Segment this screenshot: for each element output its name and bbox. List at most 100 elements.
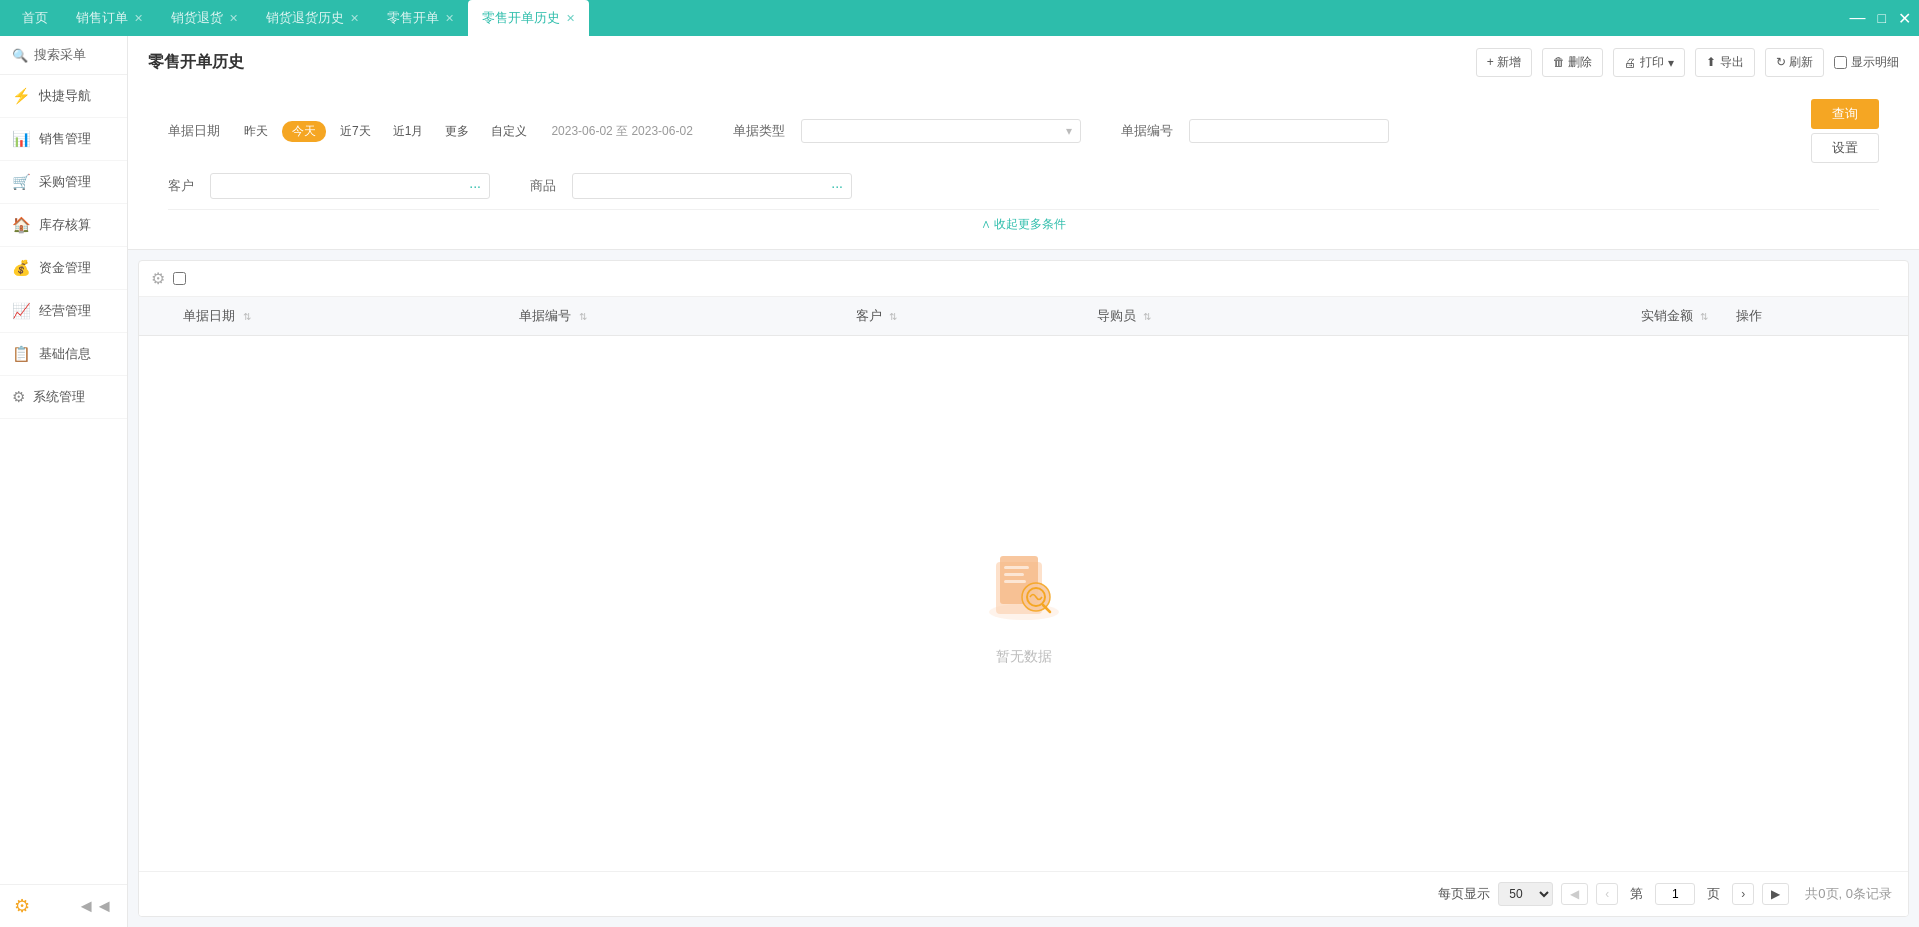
tab-sales-order-label: 销售订单	[76, 9, 128, 27]
th-salesman[interactable]: 导购员 ⇅	[1085, 297, 1374, 336]
sidebar-item-finance[interactable]: 💰 资金管理	[0, 247, 127, 290]
sidebar-collapse-btn[interactable]: ◄◄	[77, 896, 113, 917]
sidebar-search[interactable]: 🔍 搜索采单	[0, 36, 127, 75]
page-title: 零售开单历史	[148, 52, 244, 73]
page-title-row: 零售开单历史 + 新增 🗑 删除 🖨 打印 ▾ ⬆ 导出 ↻ 刷新 显示明细	[148, 48, 1899, 77]
th-date-label: 单据日期	[183, 308, 235, 323]
sidebar-item-sales-mgmt[interactable]: 📊 销售管理	[0, 118, 127, 161]
add-button[interactable]: + 新增	[1476, 48, 1532, 77]
tab-home-label: 首页	[22, 9, 48, 27]
prev-page-btn[interactable]: ‹	[1596, 883, 1618, 905]
show-detail-label: 显示明细	[1851, 54, 1899, 71]
finance-icon: 💰	[12, 259, 31, 277]
tab-retail-open-history-close[interactable]: ✕	[566, 12, 575, 25]
sidebar-item-inventory-label: 库存核算	[39, 216, 91, 234]
sidebar-search-label: 搜索采单	[34, 46, 86, 64]
page-word-prefix: 第	[1630, 885, 1643, 903]
date-options: 昨天 今天 近7天 近1月 更多 自定义	[236, 121, 535, 142]
select-all-checkbox[interactable]	[173, 272, 186, 285]
empty-area: 暂无数据	[139, 336, 1908, 871]
svg-rect-3	[1004, 566, 1029, 569]
query-button[interactable]: 查询	[1811, 99, 1879, 129]
th-date-sort: ⇅	[243, 311, 251, 322]
tab-retail-open-history[interactable]: 零售开单历史 ✕	[468, 0, 589, 36]
sidebar-item-sys-mgmt-label: 系统管理	[33, 388, 85, 406]
goods-select[interactable]: ···	[572, 173, 852, 199]
sidebar-item-basic-info[interactable]: 📋 基础信息	[0, 333, 127, 376]
print-button[interactable]: 🖨 打印 ▾	[1613, 48, 1685, 77]
th-customer[interactable]: 客户 ⇅	[844, 297, 1085, 336]
collapse-conditions-label: ∧ 收起更多条件	[981, 216, 1066, 233]
window-close[interactable]: ✕	[1898, 9, 1911, 28]
sidebar-item-operations-label: 经营管理	[39, 302, 91, 320]
next-page-btn[interactable]: ›	[1732, 883, 1754, 905]
date-opt-yesterday[interactable]: 昨天	[236, 121, 276, 142]
customer-select[interactable]: ···	[210, 173, 490, 199]
show-detail-checkbox[interactable]	[1834, 56, 1847, 69]
doc-no-input[interactable]	[1189, 119, 1389, 143]
th-checkbox	[139, 297, 171, 336]
sidebar-item-purchase-mgmt[interactable]: 🛒 采购管理	[0, 161, 127, 204]
data-table: 单据日期 ⇅ 单据编号 ⇅ 客户 ⇅ 导购员 ⇅	[139, 297, 1908, 336]
date-opt-custom[interactable]: 自定义	[483, 121, 535, 142]
filter-row-1: 单据日期 昨天 今天 近7天 近1月 更多 自定义 2023-06-02 至 2…	[168, 99, 1879, 163]
tab-home[interactable]: 首页	[8, 0, 62, 36]
window-minimize[interactable]: —	[1850, 9, 1866, 27]
refresh-button[interactable]: ↻ 刷新	[1765, 48, 1824, 77]
sidebar-item-sys-mgmt[interactable]: ⚙ 系统管理	[0, 376, 127, 419]
th-salesman-sort: ⇅	[1143, 311, 1151, 322]
date-opt-7days[interactable]: 近7天	[332, 121, 379, 142]
sidebar-item-basic-info-label: 基础信息	[39, 345, 91, 363]
table-toolbar: ⚙	[139, 261, 1908, 297]
print-label: 打印	[1640, 54, 1664, 71]
filter-settings-button[interactable]: 设置	[1811, 133, 1879, 163]
sidebar-item-inventory[interactable]: 🏠 库存核算	[0, 204, 127, 247]
tab-retail-open-close[interactable]: ✕	[445, 12, 454, 25]
page-header: 零售开单历史 + 新增 🗑 删除 🖨 打印 ▾ ⬆ 导出 ↻ 刷新 显示明细	[128, 36, 1919, 250]
collapse-conditions-btn[interactable]: ∧ 收起更多条件	[168, 209, 1879, 239]
sidebar-settings-icon[interactable]: ⚙	[14, 895, 30, 917]
sales-mgmt-icon: 📊	[12, 130, 31, 148]
table-header-row: 单据日期 ⇅ 单据编号 ⇅ 客户 ⇅ 导购员 ⇅	[139, 297, 1908, 336]
tab-sales-order[interactable]: 销售订单 ✕	[62, 0, 157, 36]
date-opt-more[interactable]: 更多	[437, 121, 477, 142]
per-page-select[interactable]: 50 100 200	[1498, 882, 1553, 906]
top-tab-bar: 首页 销售订单 ✕ 销货退货 ✕ 销货退货历史 ✕ 零售开单 ✕ 零售开单历史 …	[0, 0, 1919, 36]
page-number-input[interactable]	[1655, 883, 1695, 905]
per-page-label: 每页显示	[1438, 885, 1490, 903]
first-page-btn[interactable]: ◀	[1561, 883, 1588, 905]
show-detail-checkbox-label[interactable]: 显示明细	[1834, 54, 1899, 71]
tab-sales-return-history[interactable]: 销货退货历史 ✕	[252, 0, 373, 36]
sidebar: 🔍 搜索采单 ⚡ 快捷导航 📊 销售管理 🛒 采购管理 🏠 库存核算 💰 资金管…	[0, 36, 128, 927]
delete-button[interactable]: 🗑 删除	[1542, 48, 1603, 77]
doc-type-select[interactable]: ▾	[801, 119, 1081, 143]
date-range-display: 2023-06-02 至 2023-06-02	[551, 123, 692, 140]
date-opt-1month[interactable]: 近1月	[385, 121, 432, 142]
window-maximize[interactable]: □	[1878, 10, 1886, 26]
th-amount[interactable]: 实销金额 ⇅	[1373, 297, 1724, 336]
tab-sales-return-label: 销货退货	[171, 9, 223, 27]
date-opt-today[interactable]: 今天	[282, 121, 326, 142]
th-no[interactable]: 单据编号 ⇅	[507, 297, 843, 336]
purchase-mgmt-icon: 🛒	[12, 173, 31, 191]
last-page-btn[interactable]: ▶	[1762, 883, 1789, 905]
tab-sales-return-history-close[interactable]: ✕	[350, 12, 359, 25]
print-icon: 🖨	[1624, 56, 1636, 70]
empty-text: 暂无数据	[996, 648, 1052, 666]
sidebar-item-operations[interactable]: 📈 经营管理	[0, 290, 127, 333]
th-date[interactable]: 单据日期 ⇅	[171, 297, 507, 336]
sidebar-item-finance-label: 资金管理	[39, 259, 91, 277]
tab-retail-open[interactable]: 零售开单 ✕	[373, 0, 468, 36]
tab-sales-return-close[interactable]: ✕	[229, 12, 238, 25]
date-filter-label: 单据日期	[168, 122, 220, 140]
table-gear-icon[interactable]: ⚙	[151, 269, 165, 288]
toolbar: + 新增 🗑 删除 🖨 打印 ▾ ⬆ 导出 ↻ 刷新 显示明细	[1476, 48, 1899, 77]
tab-sales-order-close[interactable]: ✕	[134, 12, 143, 25]
search-icon: 🔍	[12, 48, 28, 63]
tab-sales-return[interactable]: 销货退货 ✕	[157, 0, 252, 36]
sidebar-item-quick-nav[interactable]: ⚡ 快捷导航	[0, 75, 127, 118]
page-word: 页	[1707, 885, 1720, 903]
th-no-label: 单据编号	[519, 308, 571, 323]
export-button[interactable]: ⬆ 导出	[1695, 48, 1754, 77]
sidebar-item-quick-nav-label: 快捷导航	[39, 87, 91, 105]
